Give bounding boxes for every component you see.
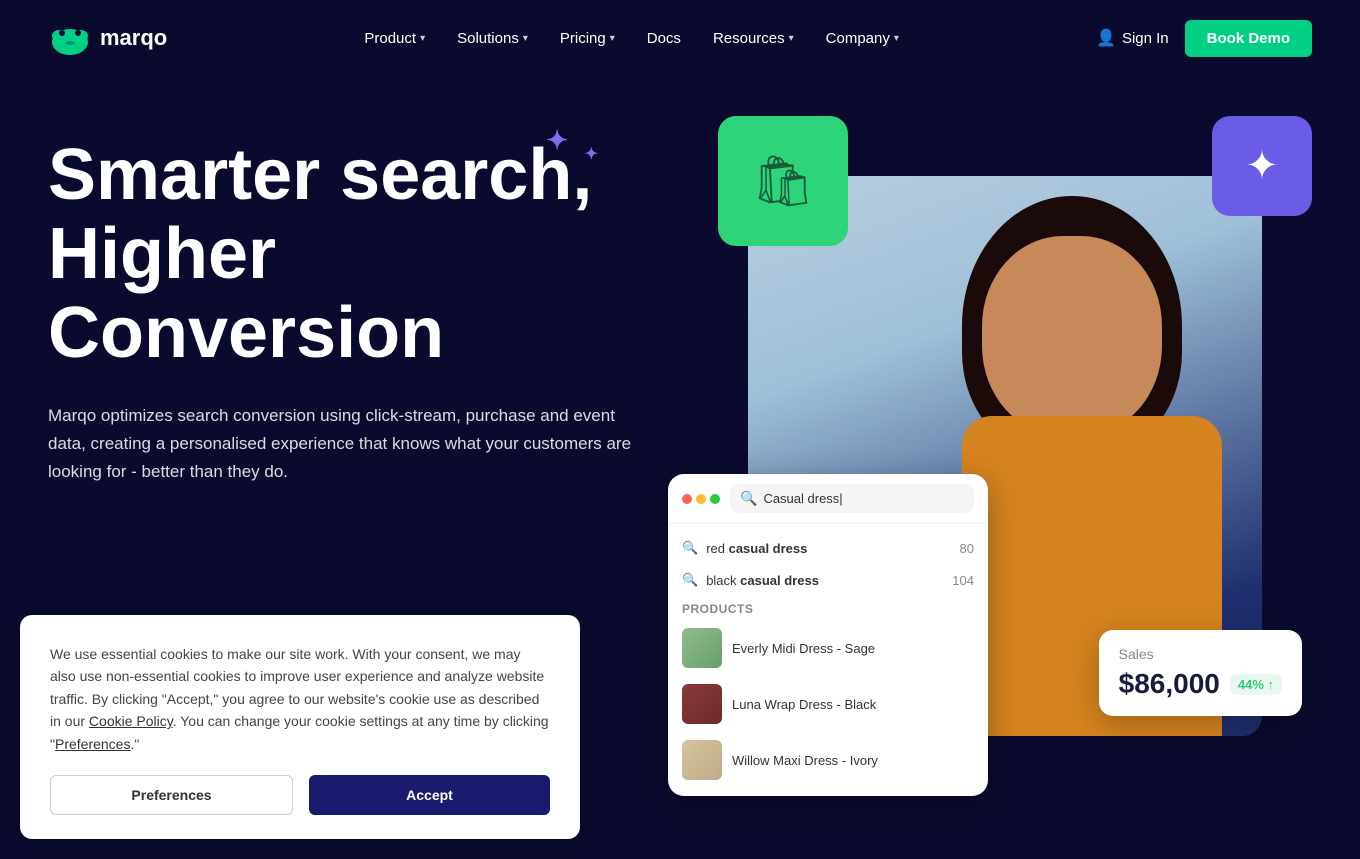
search-result-2: 🔍 black casual dress 104 [668,564,988,596]
product-row-3: Willow Maxi Dress - Ivory [668,732,988,788]
shopping-bag-icon: 🛍 [751,152,814,211]
nav-links: Product ▾ Solutions ▾ Pricing ▾ Docs Res… [352,24,911,53]
nav-product[interactable]: Product ▾ [352,24,437,53]
cursor-icon: ✦ [1245,143,1279,189]
cursor-card: ✦ [1212,116,1312,216]
hero-description: Marqo optimizes search conversion using … [48,402,648,486]
logo[interactable]: marqo [48,16,167,60]
nav-docs[interactable]: Docs [635,24,693,53]
search-results: 🔍 red casual dress 80 🔍 black casual dre… [668,524,988,796]
search-icon: 🔍 [740,490,757,507]
nav-pricing[interactable]: Pricing ▾ [548,24,627,53]
sparkle-icon-1: ✦ [546,126,568,155]
product-row-1: Everly Midi Dress - Sage [668,620,988,676]
nav-resources[interactable]: Resources ▾ [701,24,806,53]
product-thumb-2 [682,684,722,724]
dot-yellow [696,494,706,504]
sign-in-button[interactable]: 👤 Sign In [1096,28,1169,48]
accept-button[interactable]: Accept [309,775,550,815]
logo-text: marqo [100,25,167,51]
hero-title: Smarter search, Higher Conversion ✦ ✦ [48,136,668,374]
dot-green [710,494,720,504]
query-icon-2: 🔍 [682,572,698,588]
book-demo-button[interactable]: Book Demo [1185,20,1312,57]
hero-visuals: 🛍 ✦ 🔍 [668,116,1312,816]
search-ui-card: 🔍 Casual dress| 🔍 red casual dress 80 🔍 … [668,474,988,796]
sales-card: Sales $86,000 44% ↑ [1099,630,1302,716]
navigation: marqo Product ▾ Solutions ▾ Pricing ▾ Do… [0,0,1360,76]
query-icon-1: 🔍 [682,540,698,556]
shopping-bag-card: 🛍 [718,116,848,246]
product-thumb-3 [682,740,722,780]
cookie-banner: We use essential cookies to make our sit… [20,615,580,839]
window-dots [682,494,720,504]
nav-company[interactable]: Company ▾ [814,24,911,53]
search-result-1: 🔍 red casual dress 80 [668,532,988,564]
search-bar: 🔍 Casual dress| [668,474,988,524]
preferences-inline-link[interactable]: Preferences [55,736,130,752]
product-thumb-1 [682,628,722,668]
nav-solutions[interactable]: Solutions ▾ [445,24,540,53]
products-section-label: Products [668,596,988,620]
sales-value-row: $86,000 44% ↑ [1119,668,1282,700]
search-input-mock: 🔍 Casual dress| [730,484,974,513]
hero-left: Smarter search, Higher Conversion ✦ ✦ Ma… [48,116,668,526]
nav-right: 👤 Sign In Book Demo [1096,20,1312,57]
preferences-button[interactable]: Preferences [50,775,293,815]
dot-red [682,494,692,504]
sparkle-icon-2: ✦ [585,146,598,164]
cookie-buttons: Preferences Accept [50,775,550,815]
cookie-text: We use essential cookies to make our sit… [50,643,550,755]
product-row-2: Luna Wrap Dress - Black [668,676,988,732]
cookie-policy-link[interactable]: Cookie Policy [89,713,173,729]
